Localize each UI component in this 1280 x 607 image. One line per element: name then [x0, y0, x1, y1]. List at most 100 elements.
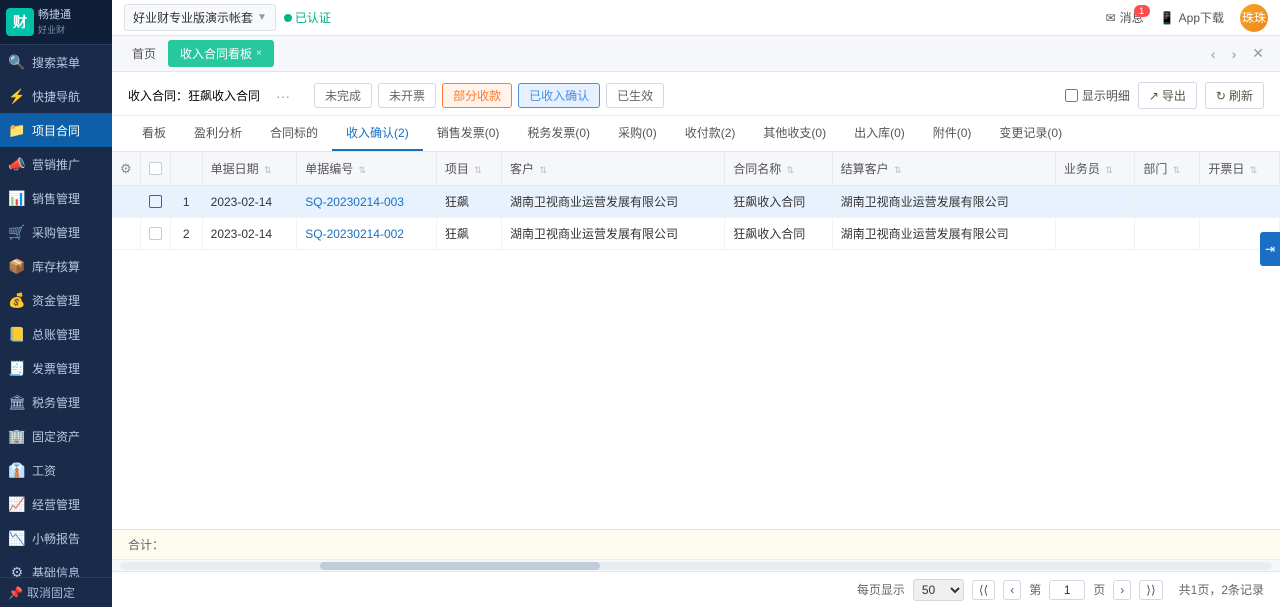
- company-selector[interactable]: 好业财专业版演示帐套 ▼: [124, 4, 276, 31]
- tab-tax-invoice[interactable]: 税务发票(0): [513, 116, 604, 151]
- table-row[interactable]: 2 2023-02-14 SQ-20230214-002 狂飙 湖南卫视商业运营…: [112, 218, 1280, 250]
- gear-icon[interactable]: ⚙: [120, 161, 132, 176]
- sidebar-item-quick-nav[interactable]: ⚡ 快捷导航: [0, 79, 112, 113]
- sidebar-item-funds[interactable]: 💰 资金管理: [0, 283, 112, 317]
- row2-checkbox[interactable]: [149, 227, 162, 240]
- status-partial-payment[interactable]: 部分收款: [442, 83, 512, 108]
- row1-project: 狂飙: [436, 186, 501, 218]
- sidebar-item-inventory[interactable]: 📦 库存核算: [0, 249, 112, 283]
- row2-contract-name: 狂飙收入合同: [725, 218, 832, 250]
- right-fab[interactable]: ⇥: [1260, 232, 1280, 266]
- customer-col-header[interactable]: 客户 ⇅: [501, 152, 724, 186]
- tab-attachment[interactable]: 附件(0): [919, 116, 986, 151]
- settle-customer-col-header[interactable]: 结算客户 ⇅: [832, 152, 1055, 186]
- main-content: 好业财专业版演示帐套 ▼ 已认证 ✉ 消息 1 📱 App下载 珠珠: [112, 0, 1280, 607]
- project-contract-icon: 📁: [8, 121, 26, 139]
- tab-profit[interactable]: 盈利分析: [180, 116, 256, 151]
- sidebar-item-marketing[interactable]: 📣 营销推广: [0, 147, 112, 181]
- contract-name-col-header[interactable]: 合同名称 ⇅: [725, 152, 832, 186]
- show-detail-input[interactable]: [1065, 89, 1078, 102]
- tab-payment[interactable]: 收付款(2): [671, 116, 750, 151]
- department-col-header[interactable]: 部门 ⇅: [1135, 152, 1200, 186]
- table-header-row: ⚙ 单据日期 ⇅ 单据编号 ⇅ 项目: [112, 152, 1280, 186]
- pagination-prev-btn[interactable]: ‹: [1003, 580, 1021, 600]
- code-col-header[interactable]: 单据编号 ⇅: [297, 152, 437, 186]
- row1-code-link[interactable]: SQ-20230214-003: [305, 195, 404, 209]
- contract-more-btn[interactable]: ···: [272, 88, 294, 104]
- salesperson-col-header[interactable]: 业务员 ⇅: [1055, 152, 1135, 186]
- row2-department: [1135, 218, 1200, 250]
- tab-close-all-btn[interactable]: ✕: [1248, 43, 1268, 64]
- tab-prev-btn[interactable]: ‹: [1207, 43, 1220, 64]
- sidebar-item-sales[interactable]: 📊 销售管理: [0, 181, 112, 215]
- sidebar-pin-bottom[interactable]: 📌 取消固定: [0, 577, 112, 607]
- project-col-header[interactable]: 项目 ⇅: [436, 152, 501, 186]
- sidebar-nav: 🔍 搜索菜单 ⚡ 快捷导航 📁 项目合同 📣 营销推广 📊 销售管理 🛒 采购管…: [0, 45, 112, 577]
- row2-code: SQ-20230214-002: [297, 218, 437, 250]
- tab-next-btn[interactable]: ›: [1228, 43, 1241, 64]
- sidebar-item-invoice[interactable]: 🧾 发票管理: [0, 351, 112, 385]
- sidebar-item-project-contract[interactable]: 📁 项目合同: [0, 113, 112, 147]
- scroll-thumb[interactable]: [320, 562, 600, 570]
- data-table-area: ⚙ 单据日期 ⇅ 单据编号 ⇅ 项目: [112, 152, 1280, 529]
- tab-contract-standard[interactable]: 合同标的: [256, 116, 332, 151]
- sidebar-item-ops[interactable]: 📈 经营管理: [0, 487, 112, 521]
- show-detail-checkbox[interactable]: 显示明细: [1065, 82, 1130, 109]
- company-name: 好业财专业版演示帐套: [133, 9, 253, 26]
- page-tabbar: 首页 收入合同看板 × ‹ › ✕: [112, 36, 1280, 72]
- per-page-select[interactable]: 50 100: [913, 579, 964, 601]
- horizontal-scrollbar[interactable]: [112, 559, 1280, 571]
- sidebar-item-search[interactable]: 🔍 搜索菜单: [0, 45, 112, 79]
- sub-tab-bar: 看板 盈利分析 合同标的 收入确认(2) 销售发票(0) 税务发票(0) 采购(…: [112, 116, 1280, 152]
- row-num-col-header: [170, 152, 202, 186]
- pagination-first-btn[interactable]: ⟨⟨: [972, 580, 995, 600]
- status-effective[interactable]: 已生效: [606, 83, 664, 108]
- contract-name-sort-icon: ⇅: [787, 165, 795, 175]
- tab-other-income[interactable]: 其他收支(0): [749, 116, 840, 151]
- pagination-last-btn[interactable]: ⟩⟩: [1139, 580, 1162, 600]
- user-avatar-btn[interactable]: 珠珠: [1240, 4, 1268, 32]
- header-checkbox[interactable]: [149, 162, 162, 175]
- sidebar-item-purchase[interactable]: 🛒 采购管理: [0, 215, 112, 249]
- row2-date: 2023-02-14: [202, 218, 297, 250]
- row2-code-link[interactable]: SQ-20230214-002: [305, 227, 404, 241]
- app-download-btn[interactable]: 📱 App下载: [1160, 9, 1224, 26]
- status-confirmed[interactable]: 已收入确认: [518, 83, 600, 108]
- status-uncomplete[interactable]: 未完成: [314, 83, 372, 108]
- settings-col-header: ⚙: [112, 152, 140, 186]
- home-tab[interactable]: 首页: [124, 41, 164, 66]
- pagination-next-btn[interactable]: ›: [1113, 580, 1131, 600]
- contract-status-group: 未完成 未开票 部分收款 已收入确认 已生效: [314, 83, 664, 108]
- sidebar-item-tax[interactable]: 🏛 税务管理: [0, 385, 112, 419]
- tab-kanban[interactable]: 看板: [128, 116, 180, 151]
- sidebar-item-general-ledger[interactable]: 📒 总账管理: [0, 317, 112, 351]
- department-sort-icon: ⇅: [1173, 165, 1181, 175]
- export-btn[interactable]: ↗ 导出: [1138, 82, 1197, 109]
- project-sort-icon: ⇅: [474, 165, 482, 175]
- status-uninvoiced[interactable]: 未开票: [378, 83, 436, 108]
- invoice-date-col-header[interactable]: 开票日 ⇅: [1200, 152, 1280, 186]
- tab-purchase[interactable]: 采购(0): [604, 116, 671, 151]
- tab-warehouse[interactable]: 出入库(0): [840, 116, 919, 151]
- table-footer: 合计：: [112, 529, 1280, 559]
- page-input[interactable]: [1049, 580, 1085, 600]
- active-tab[interactable]: 收入合同看板 ×: [168, 40, 274, 67]
- sidebar-item-basic-info[interactable]: ⚙ 基础信息: [0, 555, 112, 577]
- row1-department: [1135, 186, 1200, 218]
- tab-income-confirm[interactable]: 收入确认(2): [332, 116, 423, 151]
- tab-sales-invoice[interactable]: 销售发票(0): [423, 116, 514, 151]
- tab-change-log[interactable]: 变更记录(0): [985, 116, 1076, 151]
- sidebar-item-hr[interactable]: 👔 工资: [0, 453, 112, 487]
- sidebar-item-reports[interactable]: 📉 小畅报告: [0, 521, 112, 555]
- table-row[interactable]: 1 2023-02-14 SQ-20230214-003 狂飙 湖南卫视商业运营…: [112, 186, 1280, 218]
- row1-code: SQ-20230214-003: [297, 186, 437, 218]
- topbar-right-actions: ✉ 消息 1 📱 App下载 珠珠: [1106, 4, 1268, 32]
- footer-total-label: 合计：: [128, 538, 164, 552]
- message-btn[interactable]: ✉ 消息 1: [1106, 9, 1144, 26]
- row1-checkbox[interactable]: [149, 195, 162, 208]
- tab-close-icon[interactable]: ×: [256, 48, 262, 59]
- sidebar-item-fixed-assets[interactable]: 🏢 固定资产: [0, 419, 112, 453]
- quick-nav-icon: ⚡: [8, 87, 26, 105]
- date-col-header[interactable]: 单据日期 ⇅: [202, 152, 297, 186]
- refresh-btn[interactable]: ↻ 刷新: [1205, 82, 1264, 109]
